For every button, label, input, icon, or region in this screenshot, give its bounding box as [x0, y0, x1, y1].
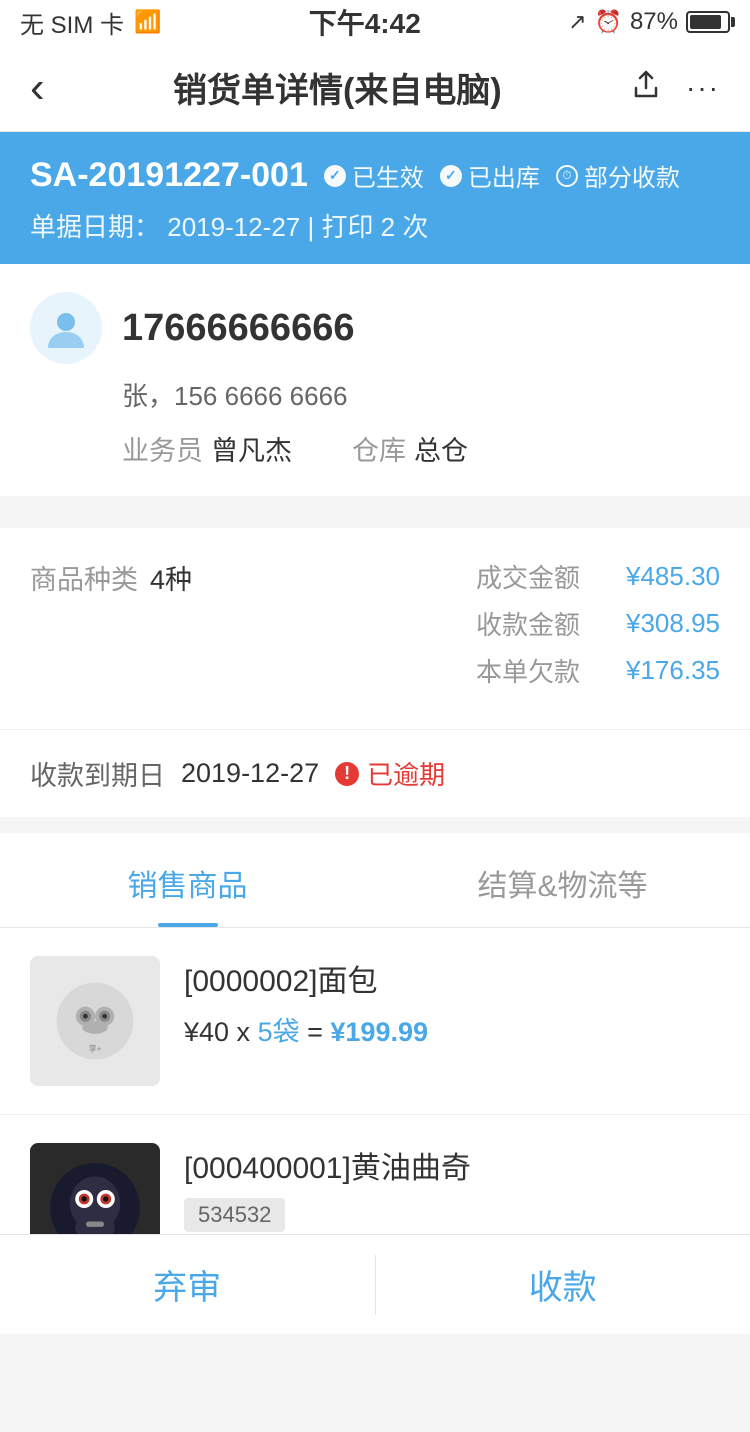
tab-settlement-underline	[533, 923, 593, 927]
status-badge-2: ✓ 已出库	[440, 158, 540, 193]
location-icon: ↗	[568, 9, 586, 35]
overdue-badge: ! 已逾期	[335, 755, 445, 792]
due-row: 本单欠款 ¥176.35	[476, 652, 720, 689]
stats-left: 商品种类 4种	[30, 558, 192, 597]
received-row: 收款金额 ¥308.95	[476, 605, 720, 642]
alarm-icon: ⏰	[595, 9, 622, 35]
svg-text:掌+: 掌+	[89, 1043, 102, 1053]
product-thumb-1: 掌+	[30, 956, 160, 1086]
avatar	[30, 292, 102, 364]
tab-products-label: 销售商品	[128, 861, 248, 905]
due-label: 本单欠款	[476, 652, 580, 689]
customer-name-phone: 张，156 6666 6666	[122, 376, 720, 413]
order-id: SA-20191227-001	[30, 156, 308, 195]
types-label: 商品种类	[30, 558, 138, 597]
tabs-section: 销售商品 结算&物流等	[0, 833, 750, 928]
collect-button[interactable]: 收款	[376, 1235, 750, 1334]
total-1: ¥199.99	[330, 1017, 428, 1047]
wifi-icon: 📶	[134, 9, 161, 35]
header-banner-top: SA-20191227-001 ✓ 已生效 ✓ 已出库 ⏱ 部分收款	[30, 156, 720, 195]
list-item: 掌+ [0000002]面包 ¥40 x 5袋 = ¥199.99	[0, 928, 750, 1115]
status-badge-3: ⏱ 部分收款	[556, 158, 680, 193]
product-name-2: [000400001]黄油曲奇	[184, 1143, 720, 1187]
product-name-1: [0000002]面包	[184, 956, 720, 1000]
more-icon[interactable]: ···	[686, 72, 720, 104]
collect-label: 收款	[529, 1260, 597, 1309]
stats-section: 商品种类 4种 成交金额 ¥485.30 收款金额 ¥308.95 本单欠款 ¥…	[0, 528, 750, 729]
overdue-text: 已逾期	[367, 755, 445, 792]
types-value: 4种	[150, 558, 192, 597]
back-button[interactable]: ‹	[30, 63, 45, 113]
tab-settlement[interactable]: 结算&物流等	[375, 833, 750, 927]
overdue-icon: !	[335, 762, 359, 786]
product-info-1: [0000002]面包 ¥40 x 5袋 = ¥199.99	[184, 956, 720, 1049]
due-value: ¥176.35	[600, 655, 720, 686]
stats-right: 成交金额 ¥485.30 收款金额 ¥308.95 本单欠款 ¥176.35	[476, 558, 720, 699]
carrier-text: 无 SIM 卡	[20, 5, 124, 40]
status-bar-right: ↗ ⏰ 87%	[568, 8, 730, 36]
customer-section: 17666666666 张，156 6666 6666 业务员 曾凡杰 仓库 总…	[0, 264, 750, 496]
nav-right: ···	[630, 68, 720, 108]
status-badge-1: ✓ 已生效	[324, 158, 424, 193]
bottom-bar: 弃审 收款	[0, 1234, 750, 1334]
share-icon[interactable]	[630, 68, 662, 108]
amount-label: 成交金额	[476, 558, 580, 595]
battery-text: 87%	[630, 8, 678, 36]
status-bar: 无 SIM 卡 📶 下午4:42 ↗ ⏰ 87%	[0, 0, 750, 44]
product-badge-2: 534532	[184, 1198, 285, 1232]
battery-icon	[686, 11, 730, 33]
cancel-review-button[interactable]: 弃审	[0, 1235, 375, 1334]
stats-row: 商品种类 4种 成交金额 ¥485.30 收款金额 ¥308.95 本单欠款 ¥…	[30, 558, 720, 699]
equals-1: =	[307, 1017, 330, 1047]
warehouse-label: 仓库	[352, 429, 406, 468]
sales-label: 业务员	[122, 429, 203, 468]
warehouse-value: 总仓	[414, 429, 468, 468]
qty-1: 5袋	[258, 1017, 300, 1047]
sales-value: 曾凡杰	[211, 429, 292, 468]
nav-bar: ‹ 销货单详情(来自电脑) ···	[0, 44, 750, 132]
customer-meta: 业务员 曾凡杰 仓库 总仓	[122, 429, 720, 468]
cancel-review-label: 弃审	[153, 1260, 221, 1309]
product-types-row: 商品种类 4种	[30, 558, 192, 597]
received-value: ¥308.95	[600, 608, 720, 639]
price-base-1: ¥40 x	[184, 1017, 258, 1047]
tab-products[interactable]: 销售商品	[0, 833, 375, 927]
due-date-value: 2019-12-27	[181, 758, 319, 789]
header-banner: SA-20191227-001 ✓ 已生效 ✓ 已出库 ⏱ 部分收款 单据日期：…	[0, 132, 750, 264]
tab-settlement-label: 结算&物流等	[477, 861, 647, 905]
product-price-1: ¥40 x 5袋 = ¥199.99	[184, 1010, 720, 1049]
tab-products-underline	[158, 923, 218, 927]
divider-1	[0, 512, 750, 528]
status-bar-time: 下午4:42	[309, 2, 421, 42]
check-icon-1: ✓	[324, 165, 346, 187]
page-title: 销货单详情(来自电脑)	[173, 63, 502, 112]
customer-top: 17666666666	[30, 292, 720, 364]
header-date-line: 单据日期： 2019-12-27 | 打印 2 次	[30, 207, 720, 244]
due-date-section: 收款到期日 2019-12-27 ! 已逾期	[0, 729, 750, 817]
due-date-label: 收款到期日	[30, 754, 165, 793]
received-label: 收款金额	[476, 605, 580, 642]
amount-row: 成交金额 ¥485.30	[476, 558, 720, 595]
amount-value: ¥485.30	[600, 561, 720, 592]
divider-2	[0, 817, 750, 833]
check-icon-2: ✓	[440, 165, 462, 187]
clock-icon: ⏱	[556, 165, 578, 187]
customer-phone: 17666666666	[122, 307, 354, 350]
status-bar-left: 无 SIM 卡 📶	[20, 5, 161, 40]
